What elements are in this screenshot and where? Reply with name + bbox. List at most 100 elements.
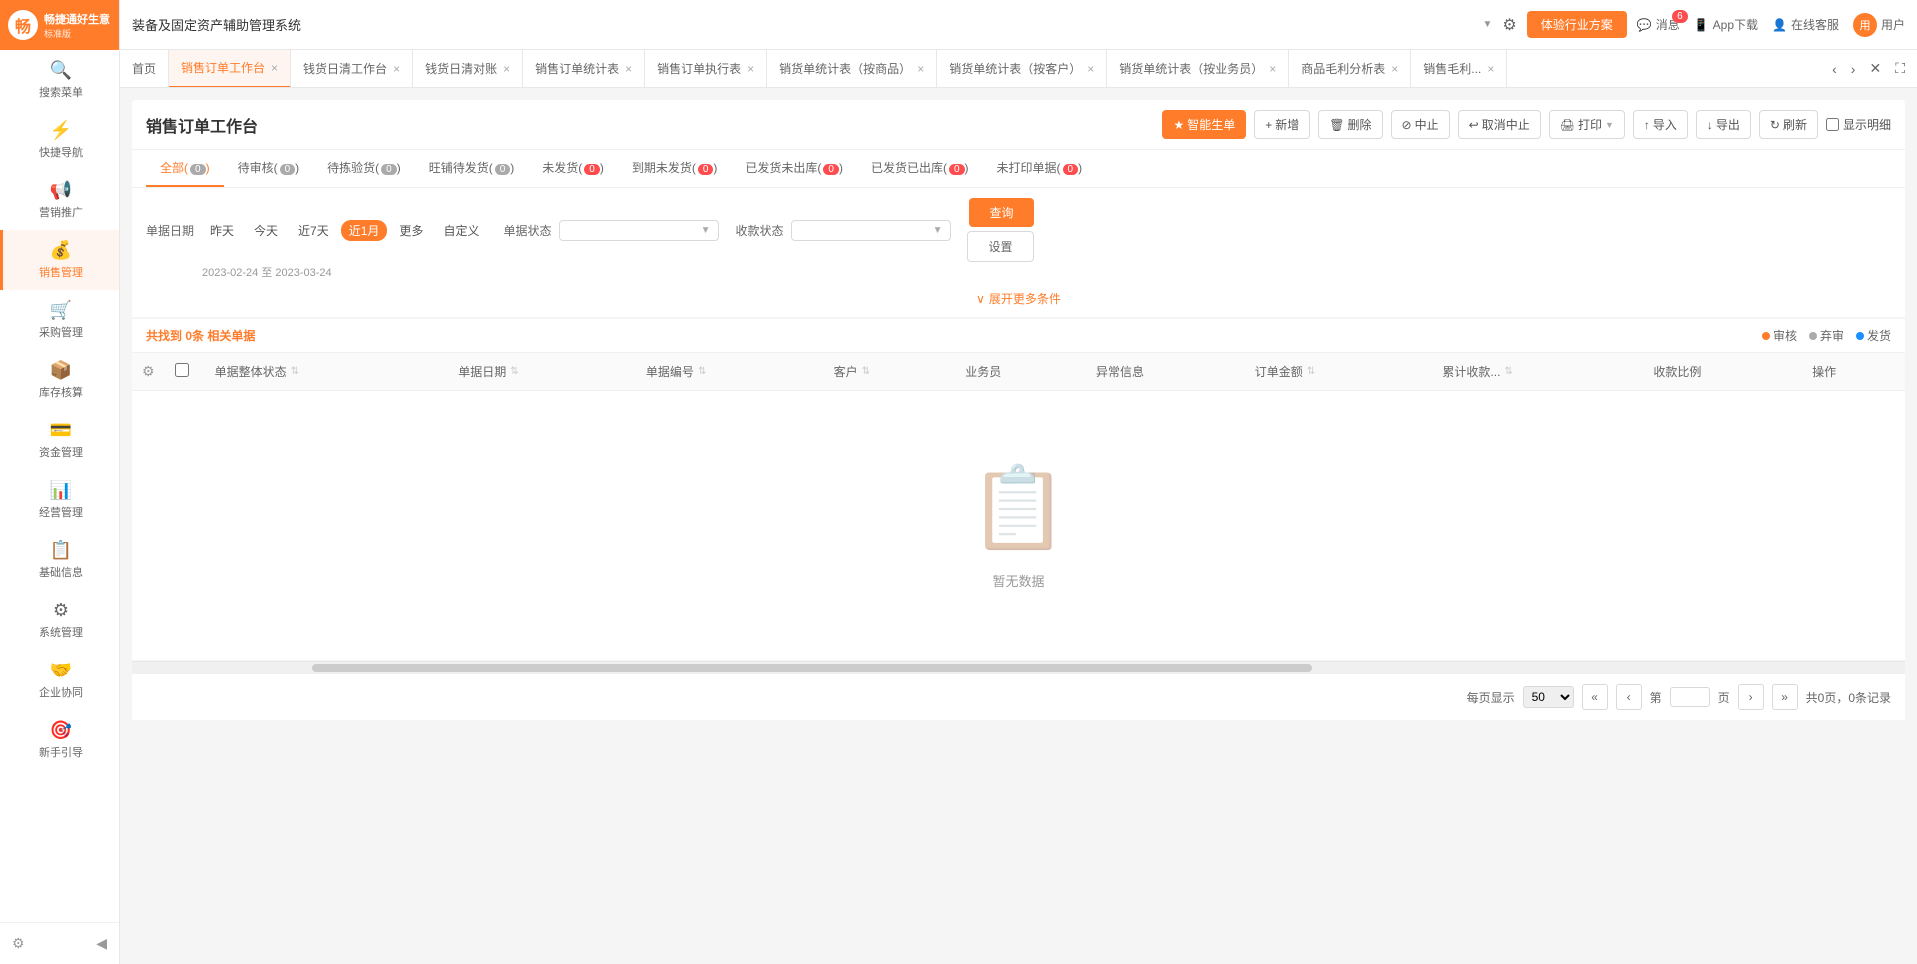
message-btn[interactable]: 💬 消息 6 xyxy=(1637,16,1680,33)
first-page-btn[interactable]: « xyxy=(1582,684,1608,710)
tab-销售订单统计表[interactable]: 销售订单统计表× xyxy=(523,50,645,88)
prev-page-btn[interactable]: ‹ xyxy=(1616,684,1642,710)
add-btn[interactable]: + 新增 xyxy=(1254,110,1310,139)
date-btn-近1月[interactable]: 近1月 xyxy=(341,220,388,241)
date-btn-昨天[interactable]: 昨天 xyxy=(202,220,242,241)
revoke-action[interactable]: 弃审 xyxy=(1809,327,1844,344)
tab-销货单统计表（按客户）[interactable]: 销货单统计表（按客户）× xyxy=(937,50,1107,88)
industry-btn[interactable]: 体验行业方案 xyxy=(1527,11,1627,38)
sidebar-item-库存核算[interactable]: 📦 库存核算 xyxy=(0,350,119,410)
online-service-btn[interactable]: 👤 在线客服 xyxy=(1772,16,1839,33)
tab-close-btn[interactable]: × xyxy=(393,62,400,76)
sub-tab-已发货已出库[interactable]: 已发货已出库(0) xyxy=(857,150,983,187)
tab-close-btn[interactable]: × xyxy=(271,61,278,75)
sort-received-icon[interactable]: ⇅ xyxy=(1504,366,1512,377)
filter-setting-btn[interactable]: 设置 xyxy=(967,231,1033,262)
sub-tab-旺铺待发货[interactable]: 旺铺待发货(0) xyxy=(415,150,529,187)
system-dropdown[interactable]: ▼ xyxy=(1482,19,1492,30)
tab-close-btn[interactable]: × xyxy=(503,62,510,76)
date-btn-今天[interactable]: 今天 xyxy=(246,220,286,241)
tab-钱货日清工作台[interactable]: 钱货日清工作台× xyxy=(291,50,413,88)
date-btn-近7天[interactable]: 近7天 xyxy=(290,220,337,241)
sidebar-label: 资金管理 xyxy=(39,444,83,460)
sidebar-collapse-btn[interactable]: ◀ xyxy=(92,931,111,956)
sidebar-item-资金管理[interactable]: 💳 资金管理 xyxy=(0,410,119,470)
expand-more-btn[interactable]: ∨ 展开更多条件 xyxy=(976,290,1061,307)
table-body: 📋 暂无数据 xyxy=(132,391,1905,661)
sidebar-icon: 🔍 xyxy=(50,60,72,81)
tab-首页[interactable]: 首页 xyxy=(120,50,169,88)
topbar-settings-icon[interactable]: ⚙ xyxy=(1502,15,1516,35)
last-page-btn[interactable]: » xyxy=(1772,684,1798,710)
tab-close-btn[interactable]: × xyxy=(1391,62,1398,76)
column-setting-icon[interactable]: ⚙ xyxy=(142,363,155,379)
tab-销货单统计表（按商品）[interactable]: 销货单统计表（按商品）× xyxy=(767,50,937,88)
sort-number-icon[interactable]: ⇅ xyxy=(698,366,706,377)
cancel-stop-btn[interactable]: ↩ 取消中止 xyxy=(1458,110,1541,139)
sidebar-item-快捷导航[interactable]: ⚡ 快捷导航 xyxy=(0,110,119,170)
sort-status-icon[interactable]: ⇅ xyxy=(291,366,299,377)
sort-customer-icon[interactable]: ⇅ xyxy=(862,366,870,377)
sidebar-item-销售管理[interactable]: 💰 销售管理 xyxy=(0,230,119,290)
tab-商品毛利分析表[interactable]: 商品毛利分析表× xyxy=(1289,50,1411,88)
tab-钱货日清对账[interactable]: 钱货日清对账× xyxy=(413,50,523,88)
sub-tab-到期未发货[interactable]: 到期未发货(0) xyxy=(618,150,732,187)
tab-close-btn[interactable]: × xyxy=(1269,62,1276,76)
refresh-btn[interactable]: ↻ 刷新 xyxy=(1759,110,1818,139)
status-select[interactable]: ▼ xyxy=(559,220,719,241)
sidebar-item-搜索菜单[interactable]: 🔍 搜索菜单 xyxy=(0,50,119,110)
sub-tab-已发货未出库[interactable]: 已发货未出库(0) xyxy=(731,150,857,187)
show-detail-checkbox[interactable] xyxy=(1826,118,1839,131)
tab-销售订单执行表[interactable]: 销售订单执行表× xyxy=(645,50,767,88)
sub-tab-待拣验货[interactable]: 待拣验货(0) xyxy=(313,150,415,187)
sub-tab-全部[interactable]: 全部(0) xyxy=(146,150,224,187)
sub-tab-未打印单据[interactable]: 未打印单据(0) xyxy=(983,150,1097,187)
tab-close-btn[interactable]: × xyxy=(625,62,632,76)
revoke-dot xyxy=(1809,332,1817,340)
sort-amount-icon[interactable]: ⇅ xyxy=(1307,366,1315,377)
smart-create-btn[interactable]: ★ 智能生单 xyxy=(1162,110,1246,139)
sidebar-item-基础信息[interactable]: 📋 基础信息 xyxy=(0,530,119,590)
sidebar-item-营销推广[interactable]: 📢 营销推广 xyxy=(0,170,119,230)
sidebar-settings-btn[interactable]: ⚙ xyxy=(8,931,29,956)
tab-close-btn[interactable]: × xyxy=(747,62,754,76)
tab-next-btn[interactable]: › xyxy=(1847,59,1860,79)
show-detail-label[interactable]: 显示明细 xyxy=(1826,116,1891,133)
sidebar-item-企业协同[interactable]: 🤝 企业协同 xyxy=(0,650,119,710)
scrollbar-thumb[interactable] xyxy=(312,664,1312,672)
query-btn[interactable]: 查询 xyxy=(969,198,1033,227)
tab-close-btn[interactable]: × xyxy=(1487,62,1494,76)
next-page-btn[interactable]: › xyxy=(1738,684,1764,710)
print-btn[interactable]: 🖨 打印 ▼ xyxy=(1549,110,1625,139)
page-input[interactable]: 1 xyxy=(1670,687,1710,707)
tab-expand-btn[interactable]: ⛶ xyxy=(1891,58,1909,79)
sidebar-item-新手引导[interactable]: 🎯 新手引导 xyxy=(0,710,119,770)
tab-close-btn[interactable]: × xyxy=(917,62,924,76)
sort-date-icon[interactable]: ⇅ xyxy=(510,366,518,377)
tab-close-btn[interactable]: × xyxy=(1087,62,1094,76)
tab-销售毛利...[interactable]: 销售毛利...× xyxy=(1411,50,1507,88)
sidebar-item-采购管理[interactable]: 🛒 采购管理 xyxy=(0,290,119,350)
payment-select[interactable]: ▼ xyxy=(791,220,951,241)
delete-btn[interactable]: 🗑 删除 xyxy=(1318,110,1382,139)
tab-销货单统计表（按业务员）[interactable]: 销货单统计表（按业务员）× xyxy=(1107,50,1289,88)
tab-prev-btn[interactable]: ‹ xyxy=(1828,59,1841,79)
sidebar-item-系统管理[interactable]: ⚙ 系统管理 xyxy=(0,590,119,650)
date-btn-更多[interactable]: 更多 xyxy=(391,220,431,241)
app-download-btn[interactable]: 📱 App下载 xyxy=(1694,16,1758,33)
sub-tab-未发货[interactable]: 未发货(0) xyxy=(528,150,618,187)
date-btn-自定义[interactable]: 自定义 xyxy=(435,220,487,241)
select-all-checkbox[interactable] xyxy=(175,363,189,377)
sub-tab-待审核[interactable]: 待审核(0) xyxy=(224,150,314,187)
tab-close-all-btn[interactable]: ✕ xyxy=(1865,58,1885,79)
audit-action[interactable]: 审核 xyxy=(1762,327,1797,344)
sidebar-item-经营管理[interactable]: 📊 经营管理 xyxy=(0,470,119,530)
import-btn[interactable]: ↑ 导入 xyxy=(1633,110,1688,139)
user-menu[interactable]: 用 用户 xyxy=(1853,13,1905,37)
horizontal-scrollbar[interactable] xyxy=(132,661,1905,673)
per-page-select[interactable]: 50 10 20 100 xyxy=(1523,686,1574,708)
stop-btn[interactable]: ⊘ 中止 xyxy=(1391,110,1450,139)
ship-action[interactable]: 发货 xyxy=(1856,327,1891,344)
export-btn[interactable]: ↓ 导出 xyxy=(1696,110,1751,139)
tab-销售订单工作台[interactable]: 销售订单工作台× xyxy=(169,50,291,88)
